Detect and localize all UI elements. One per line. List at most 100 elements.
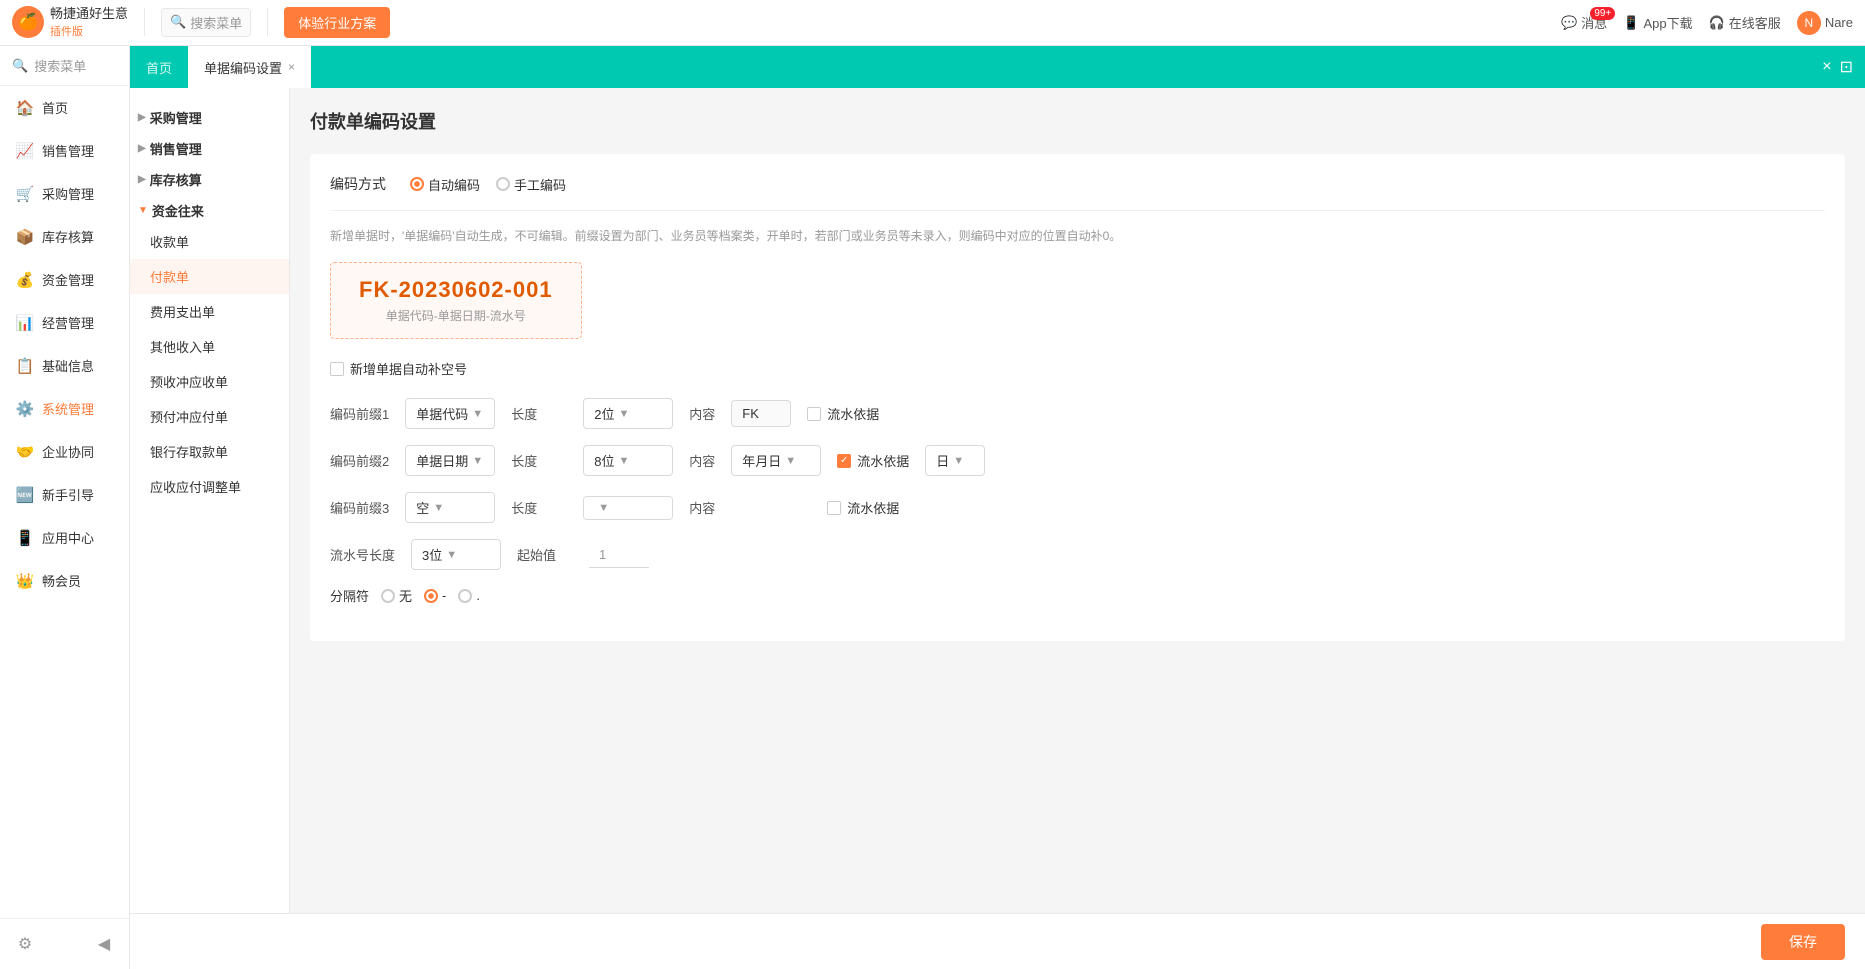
tab-home[interactable]: 首页	[130, 46, 188, 88]
sidebar-item-apps-label: 应用中心	[42, 528, 94, 547]
sub-menu-other-income[interactable]: 其他收入单	[130, 329, 289, 364]
prefix2-period-select[interactable]: 日 ▼	[925, 445, 985, 476]
username: Nare	[1825, 15, 1853, 30]
sidebar-item-operation-label: 经营管理	[42, 313, 94, 332]
prefix2-length-label: 长度	[511, 451, 567, 470]
download-icon: 📱	[1623, 15, 1639, 31]
sep-dot-radio[interactable]: .	[458, 588, 480, 603]
sub-menu-inventory[interactable]: ▶ 库存核算	[130, 162, 289, 193]
sidebar-item-inventory[interactable]: 📦 库存核算	[0, 215, 129, 258]
logo-icon: 🍊	[12, 6, 44, 38]
sidebar-item-guide[interactable]: 🆕 新手引导	[0, 473, 129, 516]
sidebar-item-operation[interactable]: 📊 经营管理	[0, 301, 129, 344]
sidebar-item-sales[interactable]: 📈 销售管理	[0, 129, 129, 172]
main-page: 付款单编码设置 编码方式 自动编码 手工编码	[290, 88, 1865, 913]
prefix1-length-select[interactable]: 2位 ▼	[583, 398, 673, 429]
sidebar-search[interactable]: 🔍 搜索菜单	[0, 46, 129, 86]
tab-minimize-icon[interactable]: ×	[1822, 58, 1831, 76]
sidebar-item-basic[interactable]: 📋 基础信息	[0, 344, 129, 387]
start-val-input[interactable]: 1	[589, 542, 649, 568]
sidebar-search-icon: 🔍	[12, 58, 28, 74]
sidebar-item-home[interactable]: 🏠 首页	[0, 86, 129, 129]
enterprise-icon: 🤝	[16, 443, 34, 461]
serial-length-select[interactable]: 3位 ▼	[411, 539, 501, 570]
tab-maximize-icon[interactable]: ⊡	[1840, 57, 1853, 77]
prefix2-length-select[interactable]: 8位 ▼	[583, 445, 673, 476]
sub-menu-receipt[interactable]: 收款单	[130, 224, 289, 259]
sidebar-item-purchase-label: 采购管理	[42, 184, 94, 203]
auto-fill-row: 新增单据自动补空号	[330, 359, 1825, 378]
tab-encode-settings[interactable]: 单据编码设置 ×	[188, 46, 311, 88]
collapse-icon[interactable]: ◀	[89, 929, 119, 959]
sidebar-item-enterprise[interactable]: 🤝 企业协同	[0, 430, 129, 473]
sidebar-item-purchase[interactable]: 🛒 采购管理	[0, 172, 129, 215]
prefix3-select[interactable]: 空 ▼	[405, 492, 495, 523]
sub-menu-prepay-recv-label: 预收冲应收单	[150, 372, 228, 391]
sub-menu-expense[interactable]: 费用支出单	[130, 294, 289, 329]
manual-encode-radio[interactable]: 手工编码	[496, 175, 566, 194]
sub-menu-payment[interactable]: 付款单	[130, 259, 289, 294]
prefix1-arrow: ▼	[472, 408, 483, 420]
sidebar-item-member[interactable]: 👑 畅会员	[0, 559, 129, 602]
prefix1-length-arrow: ▼	[618, 408, 629, 420]
prefix1-length-label: 长度	[511, 404, 567, 423]
prefix2-serial-label: 流水依据	[857, 451, 909, 470]
prefix2-content-select[interactable]: 年月日 ▼	[731, 445, 821, 476]
sub-menu-prepay-pay-label: 预付冲应付单	[150, 407, 228, 426]
save-button[interactable]: 保存	[1761, 924, 1845, 960]
logo-sub: 插件版	[50, 23, 128, 39]
tab-close-icon[interactable]: ×	[288, 60, 295, 74]
sales-icon: 📈	[16, 142, 34, 160]
sidebar-item-member-label: 畅会员	[42, 571, 81, 590]
sidebar-item-guide-label: 新手引导	[42, 485, 94, 504]
trial-button[interactable]: 体验行业方案	[284, 7, 390, 38]
message-icon: 💬	[1561, 15, 1577, 31]
prefix1-serial-checkbox[interactable]	[807, 407, 821, 421]
prefix3-length-select[interactable]: ▼	[583, 496, 673, 520]
sep-dash-label: -	[442, 588, 446, 603]
member-icon: 👑	[16, 572, 34, 590]
encode-type-label: 编码方式	[330, 174, 386, 194]
auto-fill-checkbox[interactable]	[330, 362, 344, 376]
separator-row: 分隔符 无 - .	[330, 586, 1825, 605]
prefix3-serial-checkbox[interactable]	[827, 501, 841, 515]
online-service-label: 在线客服	[1729, 13, 1781, 32]
prefix1-select[interactable]: 单据代码 ▼	[405, 398, 495, 429]
user-info[interactable]: N Nare	[1797, 11, 1853, 35]
message-button[interactable]: 💬 消息 99+	[1561, 13, 1607, 32]
sidebar-item-system[interactable]: ⚙️ 系统管理	[0, 387, 129, 430]
sub-menu-inventory-label: 库存核算	[150, 170, 202, 189]
prefix3-content-label: 内容	[689, 498, 715, 517]
prefix2-serial-checkbox[interactable]: ✓	[837, 454, 851, 468]
sep-dash-radio[interactable]: -	[424, 588, 446, 603]
app-download[interactable]: 📱 App下载	[1623, 13, 1692, 32]
sub-menu-prepay-recv[interactable]: 预收冲应收单	[130, 364, 289, 399]
prefix3-select-val: 空	[416, 498, 429, 517]
sidebar-item-enterprise-label: 企业协同	[42, 442, 94, 461]
serial-length-arrow: ▼	[446, 549, 457, 561]
sub-menu-adjust[interactable]: 应收应付调整单	[130, 469, 289, 504]
bottom-bar: 保存	[130, 913, 1865, 969]
sub-menu-purchase[interactable]: ▶ 采购管理	[130, 100, 289, 131]
info-text: 新增单据时，'单据编码'自动生成，不可编辑。前缀设置为部门、业务员等档案类，开单…	[330, 227, 1825, 246]
prefix3-length-arrow: ▼	[598, 502, 609, 514]
prefix2-select[interactable]: 单据日期 ▼	[405, 445, 495, 476]
auto-encode-radio[interactable]: 自动编码	[410, 175, 480, 194]
tab-bar: 首页 单据编码设置 × × ⊡	[130, 46, 1865, 88]
online-service[interactable]: 🎧 在线客服	[1709, 13, 1781, 32]
sidebar-item-apps[interactable]: 📱 应用中心	[0, 516, 129, 559]
sub-menu-sales[interactable]: ▶ 销售管理	[130, 131, 289, 162]
sep-none-radio[interactable]: 无	[381, 586, 412, 605]
sidebar-item-finance[interactable]: 💰 资金管理	[0, 258, 129, 301]
auto-fill-label: 新增单据自动补空号	[350, 359, 467, 378]
sub-menu-prepay-pay[interactable]: 预付冲应付单	[130, 399, 289, 434]
manual-encode-dot	[496, 177, 510, 191]
search-menu[interactable]: 🔍 搜索菜单	[161, 8, 251, 37]
settings-bottom-icon[interactable]: ⚙	[10, 929, 40, 959]
sub-menu-capital[interactable]: ▼ 资金往来	[130, 193, 289, 224]
system-icon: ⚙️	[16, 400, 34, 418]
sub-menu-adjust-label: 应收应付调整单	[150, 477, 241, 496]
sub-menu-bank[interactable]: 银行存取款单	[130, 434, 289, 469]
sub-menu-arrow-inventory: ▶	[138, 174, 146, 185]
prefix3-row: 编码前缀3 空 ▼ 长度 ▼ 内容	[330, 492, 1825, 523]
